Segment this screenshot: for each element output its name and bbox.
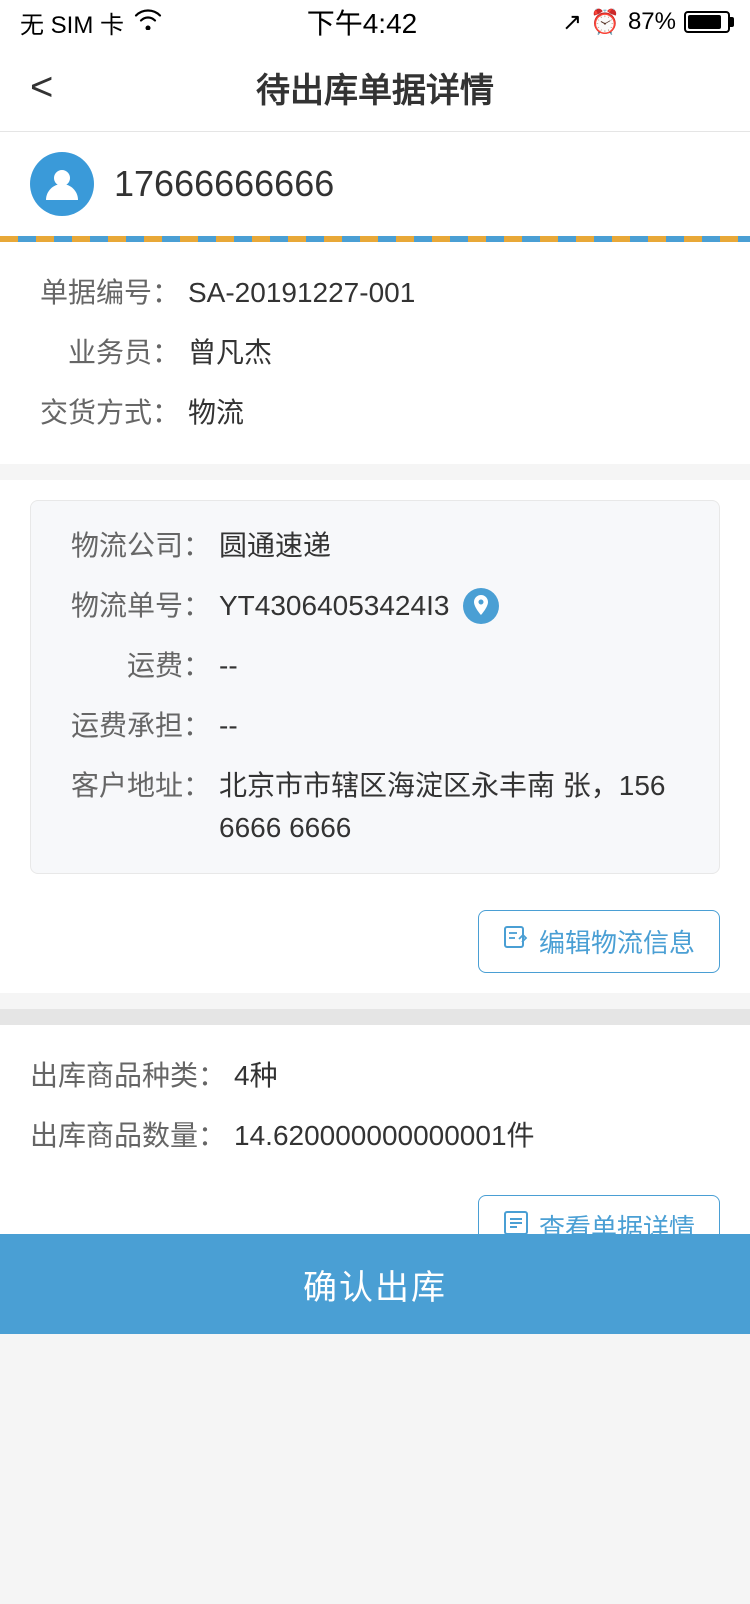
battery-icon: [684, 11, 730, 33]
product-types-label: 出库商品种类：: [30, 1055, 226, 1097]
battery-percentage: 87%: [628, 8, 676, 36]
delivery-method-label: 交货方式：: [30, 392, 180, 434]
tracking-no-value: YT43064053424I3: [219, 585, 689, 627]
freight-label: 运费：: [61, 645, 211, 687]
freight-bearer-label: 运费承担：: [61, 705, 211, 747]
freight-row: 运费： --: [61, 645, 689, 687]
logistics-section: 物流公司： 圆通速递 物流单号： YT43064053424I3: [0, 480, 750, 993]
customer-phone: 17666666666: [114, 163, 334, 205]
carrier-label: 无 SIM 卡: [20, 5, 124, 40]
document-no-row: 单据编号： SA-20191227-001: [30, 272, 720, 314]
product-qty-row: 出库商品数量： 14.620000000000001件: [30, 1115, 720, 1157]
status-bar-left: 无 SIM 卡: [20, 5, 162, 40]
logistics-company-row: 物流公司： 圆通速递: [61, 525, 689, 567]
salesperson-value: 曾凡杰: [188, 332, 720, 374]
main-content: 17666666666 单据编号： SA-20191227-001 业务员： 曾…: [0, 132, 750, 1604]
location-status-icon: ↗: [562, 8, 582, 37]
battery-fill: [688, 15, 721, 29]
status-bar-right: ↗ ⏰ 87%: [562, 8, 730, 37]
edit-logistics-btn-wrap: 编辑物流信息: [30, 890, 720, 973]
back-button[interactable]: <: [30, 65, 90, 110]
avatar: [30, 152, 94, 216]
nav-bar: < 待出库单据详情: [0, 44, 750, 132]
delivery-method-value: 物流: [188, 392, 720, 434]
address-value: 北京市市辖区海淀区永丰南 张，156 6666 6666: [219, 765, 689, 849]
tracking-no-text: YT43064053424I3: [219, 585, 449, 627]
page-title: 待出库单据详情: [256, 63, 494, 112]
customer-header: 17666666666: [0, 132, 750, 236]
confirm-btn-label: 确认出库: [303, 1260, 447, 1309]
freight-bearer-row: 运费承担： --: [61, 705, 689, 747]
alarm-icon: ⏰: [590, 8, 620, 37]
document-no-label: 单据编号：: [30, 272, 180, 314]
bottom-area: [0, 1304, 750, 1504]
product-qty-value: 14.620000000000001件: [234, 1115, 720, 1157]
tracking-no-label: 物流单号：: [61, 585, 211, 627]
edit-logistics-label: 编辑物流信息: [539, 923, 695, 960]
address-row: 客户地址： 北京市市辖区海淀区永丰南 张，156 6666 6666: [61, 765, 689, 849]
freight-bearer-value: --: [219, 705, 689, 747]
order-info-section: 单据编号： SA-20191227-001 业务员： 曾凡杰 交货方式： 物流: [0, 242, 750, 464]
status-bar: 无 SIM 卡 下午4:42 ↗ ⏰ 87%: [0, 0, 750, 44]
product-qty-label: 出库商品数量：: [30, 1115, 226, 1157]
salesperson-label: 业务员：: [30, 332, 180, 374]
freight-value: --: [219, 645, 689, 687]
edit-icon: [503, 925, 529, 958]
delivery-method-row: 交货方式： 物流: [30, 392, 720, 434]
tracking-no-row: 物流单号： YT43064053424I3: [61, 585, 689, 627]
edit-logistics-button[interactable]: 编辑物流信息: [478, 910, 720, 973]
logistics-card: 物流公司： 圆通速递 物流单号： YT43064053424I3: [30, 500, 720, 874]
status-bar-time: 下午4:42: [307, 2, 418, 42]
wifi-icon: [134, 8, 162, 37]
document-no-value: SA-20191227-001: [188, 272, 720, 314]
product-types-row: 出库商品种类： 4种: [30, 1055, 720, 1097]
section-separator: [0, 1009, 750, 1025]
tracking-value-container: YT43064053424I3: [219, 585, 689, 627]
logistics-company-value: 圆通速递: [219, 525, 689, 567]
location-icon[interactable]: [463, 588, 499, 624]
salesperson-row: 业务员： 曾凡杰: [30, 332, 720, 374]
logistics-company-label: 物流公司：: [61, 525, 211, 567]
product-types-value: 4种: [234, 1055, 720, 1097]
address-label: 客户地址：: [61, 765, 211, 807]
confirm-outbound-button[interactable]: 确认出库: [0, 1234, 750, 1334]
